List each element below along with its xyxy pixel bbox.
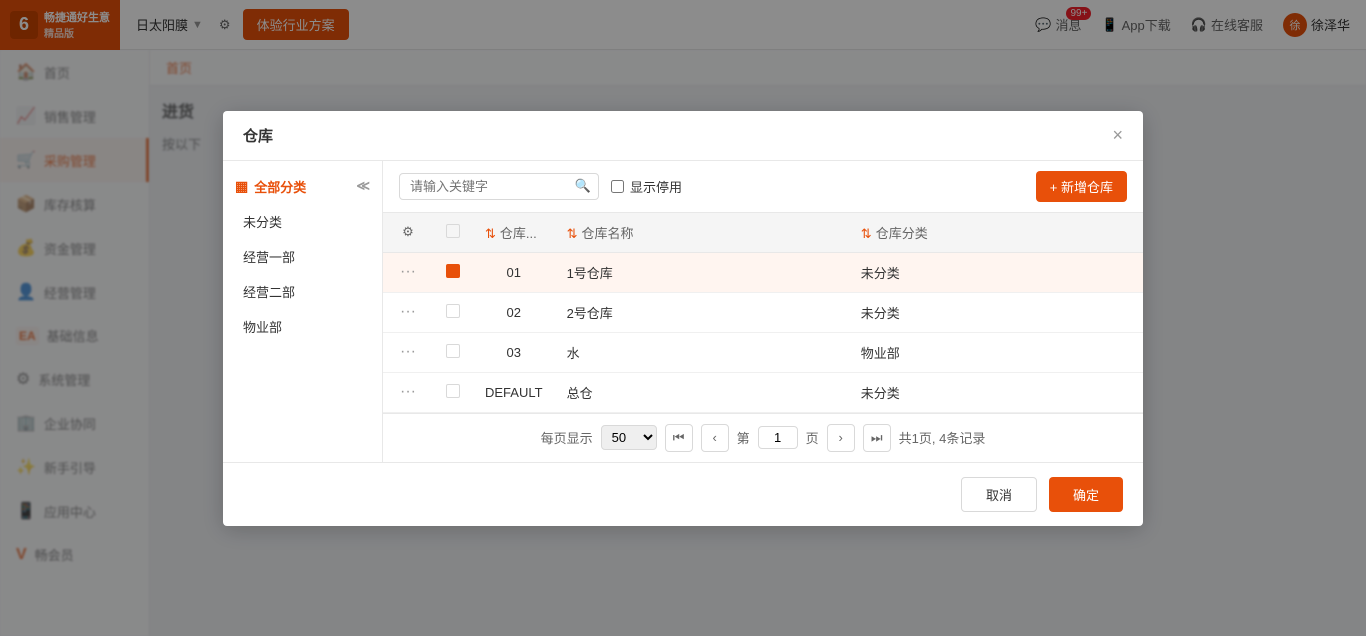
row-category: 物业部 (849, 332, 1143, 372)
per-page-label: 每页显示 (541, 428, 593, 447)
row-category: 未分类 (849, 292, 1143, 332)
table-body: ··· 01 1号仓库 未分类 ··· 02 2号仓库 未分类 ··· 03 水… (383, 252, 1143, 412)
dialog-overlay: 仓库 × ▦ 全部分类 ≪ 未分类 经营一部 经营二部 物业部 (0, 0, 1366, 636)
page-prev-btn[interactable]: ‹ (701, 424, 729, 452)
dialog-title: 仓库 (243, 125, 273, 146)
col-header-code: ⇅仓库... (473, 213, 555, 253)
row-num: 01 (473, 252, 555, 292)
row-check[interactable] (433, 252, 473, 292)
search-icon[interactable]: 🔍 (575, 178, 591, 194)
table-row[interactable]: ··· DEFAULT 总仓 未分类 (383, 372, 1143, 412)
table-row[interactable]: ··· 02 2号仓库 未分类 (383, 292, 1143, 332)
table-wrap: ⚙ ⇅仓库... ⇅仓库名称 (383, 213, 1143, 413)
settings-icon: ⚙ (402, 224, 414, 239)
row-more-icon[interactable]: ··· (400, 343, 416, 360)
grid-icon: ▦ (235, 178, 248, 195)
row-category: 未分类 (849, 372, 1143, 412)
search-input[interactable] (399, 173, 599, 200)
dialog-close-button[interactable]: × (1112, 125, 1123, 146)
add-warehouse-button[interactable]: + 新增仓库 (1036, 171, 1127, 202)
dialog-toolbar: 🔍 显示停用 + 新增仓库 (383, 161, 1143, 213)
table-header-row: ⚙ ⇅仓库... ⇅仓库名称 (383, 213, 1143, 253)
per-page-select[interactable]: 50 100 (601, 425, 657, 450)
row-settings: ··· (383, 252, 433, 292)
table-row[interactable]: ··· 01 1号仓库 未分类 (383, 252, 1143, 292)
page-label: 页 (806, 428, 819, 447)
row-more-icon[interactable]: ··· (400, 263, 416, 280)
row-num: 02 (473, 292, 555, 332)
row-num: DEFAULT (473, 372, 555, 412)
row-checkbox[interactable] (446, 264, 460, 278)
row-check[interactable] (433, 332, 473, 372)
show-disabled-text: 显示停用 (630, 177, 682, 196)
warehouse-table: ⚙ ⇅仓库... ⇅仓库名称 (383, 213, 1143, 413)
col-header-settings: ⚙ (383, 213, 433, 253)
row-num: 03 (473, 332, 555, 372)
row-settings: ··· (383, 292, 433, 332)
show-disabled-checkbox[interactable] (611, 180, 624, 193)
row-settings: ··· (383, 332, 433, 372)
cat-item-property[interactable]: 物业部 (223, 309, 382, 344)
row-name: 1号仓库 (555, 252, 849, 292)
row-category: 未分类 (849, 252, 1143, 292)
row-check[interactable] (433, 292, 473, 332)
col-header-category: ⇅仓库分类 (849, 213, 1143, 253)
row-name: 2号仓库 (555, 292, 849, 332)
cancel-button[interactable]: 取消 (961, 477, 1037, 512)
row-checkbox[interactable] (446, 344, 460, 358)
cat-item-ops2[interactable]: 经营二部 (223, 274, 382, 309)
search-wrap: 🔍 (399, 173, 599, 200)
collapse-icon[interactable]: ≪ (356, 178, 370, 194)
row-more-icon[interactable]: ··· (400, 383, 416, 400)
dialog-footer: 取消 确定 (223, 462, 1143, 526)
page-next-btn[interactable]: › (827, 424, 855, 452)
category-header-label: 全部分类 (254, 177, 306, 196)
col-header-check (433, 213, 473, 253)
sort-icon-category: ⇅ (861, 226, 872, 241)
row-check[interactable] (433, 372, 473, 412)
sort-icon-name: ⇅ (567, 226, 578, 241)
col-header-name: ⇅仓库名称 (555, 213, 849, 253)
warehouse-dialog: 仓库 × ▦ 全部分类 ≪ 未分类 经营一部 经营二部 物业部 (223, 111, 1143, 526)
total-info: 共1页, 4条记录 (899, 428, 986, 447)
dialog-body: ▦ 全部分类 ≪ 未分类 经营一部 经营二部 物业部 🔍 (223, 161, 1143, 462)
category-sidebar: ▦ 全部分类 ≪ 未分类 经营一部 经营二部 物业部 (223, 161, 383, 462)
row-checkbox[interactable] (446, 304, 460, 318)
pagination: 每页显示 50 100 ⏮ ‹ 第 页 › ⏭ 共1页, 4条记录 (383, 413, 1143, 462)
header-checkbox[interactable] (446, 224, 460, 238)
dialog-header: 仓库 × (223, 111, 1143, 161)
page-last-btn[interactable]: ⏭ (863, 424, 891, 452)
row-settings: ··· (383, 372, 433, 412)
dialog-main-content: 🔍 显示停用 + 新增仓库 ⚙ (383, 161, 1143, 462)
cat-item-ops1[interactable]: 经营一部 (223, 239, 382, 274)
page-first-btn[interactable]: ⏮ (665, 424, 693, 452)
table-row[interactable]: ··· 03 水 物业部 (383, 332, 1143, 372)
row-checkbox[interactable] (446, 384, 460, 398)
page-input[interactable] (758, 426, 798, 449)
confirm-button[interactable]: 确定 (1049, 477, 1123, 512)
sort-icon-code: ⇅ (485, 226, 496, 241)
page-label-pre: 第 (737, 428, 750, 447)
row-name: 水 (555, 332, 849, 372)
row-more-icon[interactable]: ··· (400, 303, 416, 320)
show-disabled-label[interactable]: 显示停用 (611, 177, 682, 196)
category-header: ▦ 全部分类 ≪ (223, 169, 382, 204)
row-name: 总仓 (555, 372, 849, 412)
cat-item-unclassified[interactable]: 未分类 (223, 204, 382, 239)
